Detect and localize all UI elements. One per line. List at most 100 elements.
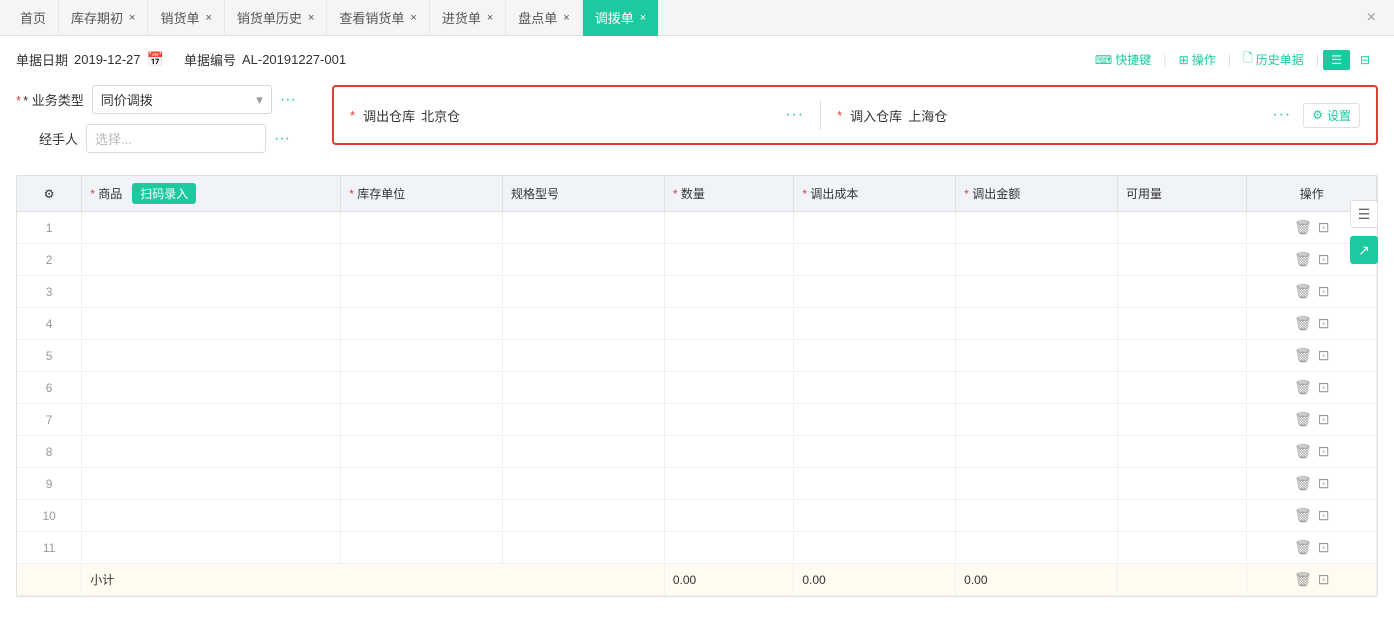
row-spec-4[interactable]: [503, 308, 665, 340]
delete-icon-1[interactable]: 🗑: [1294, 219, 1312, 236]
copy-icon-9[interactable]: ⊡: [1318, 475, 1330, 492]
tab-inventory-init[interactable]: 库存期初 ×: [59, 0, 148, 36]
operation-button[interactable]: ⊞ 操作: [1171, 48, 1224, 71]
transfer-in-value[interactable]: 上海仓: [908, 106, 947, 125]
row-unit-11[interactable]: [341, 532, 503, 564]
row-quantity-10[interactable]: [664, 500, 793, 532]
calendar-icon[interactable]: 📅: [147, 51, 164, 68]
row-available-7[interactable]: [1118, 404, 1247, 436]
row-product-9[interactable]: [82, 468, 341, 500]
delete-icon-7[interactable]: 🗑: [1294, 411, 1312, 428]
transfer-out-value[interactable]: 北京仓: [421, 106, 460, 125]
row-amount-6[interactable]: [956, 372, 1118, 404]
row-unit-2[interactable]: [341, 244, 503, 276]
row-cost-3[interactable]: [794, 276, 956, 308]
delete-icon-10[interactable]: 🗑: [1294, 507, 1312, 524]
row-product-7[interactable]: [82, 404, 341, 436]
shortcut-button[interactable]: ⌨ 快捷键: [1087, 48, 1159, 71]
business-type-more-button[interactable]: ···: [280, 91, 296, 109]
row-product-5[interactable]: [82, 340, 341, 372]
transfer-out-more-button[interactable]: ···: [785, 106, 804, 124]
scan-button[interactable]: 扫码录入: [132, 183, 196, 204]
row-product-1[interactable]: [82, 212, 341, 244]
tab-close-sales-history[interactable]: ×: [308, 12, 314, 24]
copy-icon-4[interactable]: ⊡: [1318, 315, 1330, 332]
row-unit-7[interactable]: [341, 404, 503, 436]
row-spec-1[interactable]: [503, 212, 665, 244]
delete-icon-5[interactable]: 🗑: [1294, 347, 1312, 364]
row-spec-8[interactable]: [503, 436, 665, 468]
row-available-6[interactable]: [1118, 372, 1247, 404]
row-spec-6[interactable]: [503, 372, 665, 404]
row-quantity-1[interactable]: [664, 212, 793, 244]
copy-icon-2[interactable]: ⊡: [1318, 251, 1330, 268]
row-cost-11[interactable]: [794, 532, 956, 564]
gear-icon[interactable]: ⚙: [44, 187, 55, 201]
history-button[interactable]: 🗋 历史单据: [1235, 46, 1312, 73]
manager-more-button[interactable]: ···: [274, 130, 290, 148]
row-available-10[interactable]: [1118, 500, 1247, 532]
copy-icon-8[interactable]: ⊡: [1318, 443, 1330, 460]
tab-home[interactable]: 首页: [8, 0, 59, 36]
row-available-2[interactable]: [1118, 244, 1247, 276]
row-available-3[interactable]: [1118, 276, 1247, 308]
date-value[interactable]: 2019-12-27: [74, 52, 141, 67]
sidebar-list-icon[interactable]: ☰: [1350, 200, 1378, 228]
row-available-8[interactable]: [1118, 436, 1247, 468]
row-unit-5[interactable]: [341, 340, 503, 372]
row-spec-2[interactable]: [503, 244, 665, 276]
copy-icon-6[interactable]: ⊡: [1318, 379, 1330, 396]
copy-icon-3[interactable]: ⊡: [1318, 283, 1330, 300]
row-product-3[interactable]: [82, 276, 341, 308]
row-unit-10[interactable]: [341, 500, 503, 532]
row-unit-8[interactable]: [341, 436, 503, 468]
row-quantity-3[interactable]: [664, 276, 793, 308]
row-unit-3[interactable]: [341, 276, 503, 308]
business-type-select[interactable]: 同价调拨 ▾: [92, 85, 272, 114]
row-available-5[interactable]: [1118, 340, 1247, 372]
copy-icon-11[interactable]: ⊡: [1318, 539, 1330, 556]
tab-sales-order[interactable]: 销货单 ×: [148, 0, 224, 36]
tab-close-purchase[interactable]: ×: [487, 12, 493, 24]
row-cost-7[interactable]: [794, 404, 956, 436]
tab-view-sales[interactable]: 查看销货单 ×: [327, 0, 429, 36]
row-quantity-9[interactable]: [664, 468, 793, 500]
layout-grid-button[interactable]: ⊟: [1352, 50, 1378, 70]
tab-close-inventory-init[interactable]: ×: [129, 12, 135, 24]
tab-purchase[interactable]: 进货单 ×: [430, 0, 506, 36]
row-quantity-5[interactable]: [664, 340, 793, 372]
row-product-8[interactable]: [82, 436, 341, 468]
delete-icon-3[interactable]: 🗑: [1294, 283, 1312, 300]
tab-close-view-sales[interactable]: ×: [410, 12, 416, 24]
row-amount-2[interactable]: [956, 244, 1118, 276]
row-amount-8[interactable]: [956, 436, 1118, 468]
subtotal-copy-icon[interactable]: ⊡: [1318, 571, 1330, 588]
row-unit-9[interactable]: [341, 468, 503, 500]
tab-close-stocktake[interactable]: ×: [563, 12, 569, 24]
tab-close-sales-order[interactable]: ×: [205, 12, 211, 24]
row-unit-6[interactable]: [341, 372, 503, 404]
row-amount-3[interactable]: [956, 276, 1118, 308]
delete-icon-2[interactable]: 🗑: [1294, 251, 1312, 268]
row-amount-9[interactable]: [956, 468, 1118, 500]
row-spec-9[interactable]: [503, 468, 665, 500]
copy-icon-1[interactable]: ⊡: [1318, 219, 1330, 236]
row-available-1[interactable]: [1118, 212, 1247, 244]
tab-close-transfer[interactable]: ×: [640, 12, 646, 24]
row-cost-4[interactable]: [794, 308, 956, 340]
row-product-2[interactable]: [82, 244, 341, 276]
row-spec-7[interactable]: [503, 404, 665, 436]
row-product-6[interactable]: [82, 372, 341, 404]
row-quantity-6[interactable]: [664, 372, 793, 404]
delete-icon-9[interactable]: 🗑: [1294, 475, 1312, 492]
row-cost-6[interactable]: [794, 372, 956, 404]
row-quantity-4[interactable]: [664, 308, 793, 340]
tab-transfer[interactable]: 调拨单 ×: [583, 0, 659, 36]
row-unit-1[interactable]: [341, 212, 503, 244]
delete-icon-6[interactable]: 🗑: [1294, 379, 1312, 396]
row-amount-4[interactable]: [956, 308, 1118, 340]
layout-list-button[interactable]: ☰: [1323, 50, 1350, 70]
row-product-10[interactable]: [82, 500, 341, 532]
transfer-in-more-button[interactable]: ···: [1272, 106, 1291, 124]
copy-icon-10[interactable]: ⊡: [1318, 507, 1330, 524]
